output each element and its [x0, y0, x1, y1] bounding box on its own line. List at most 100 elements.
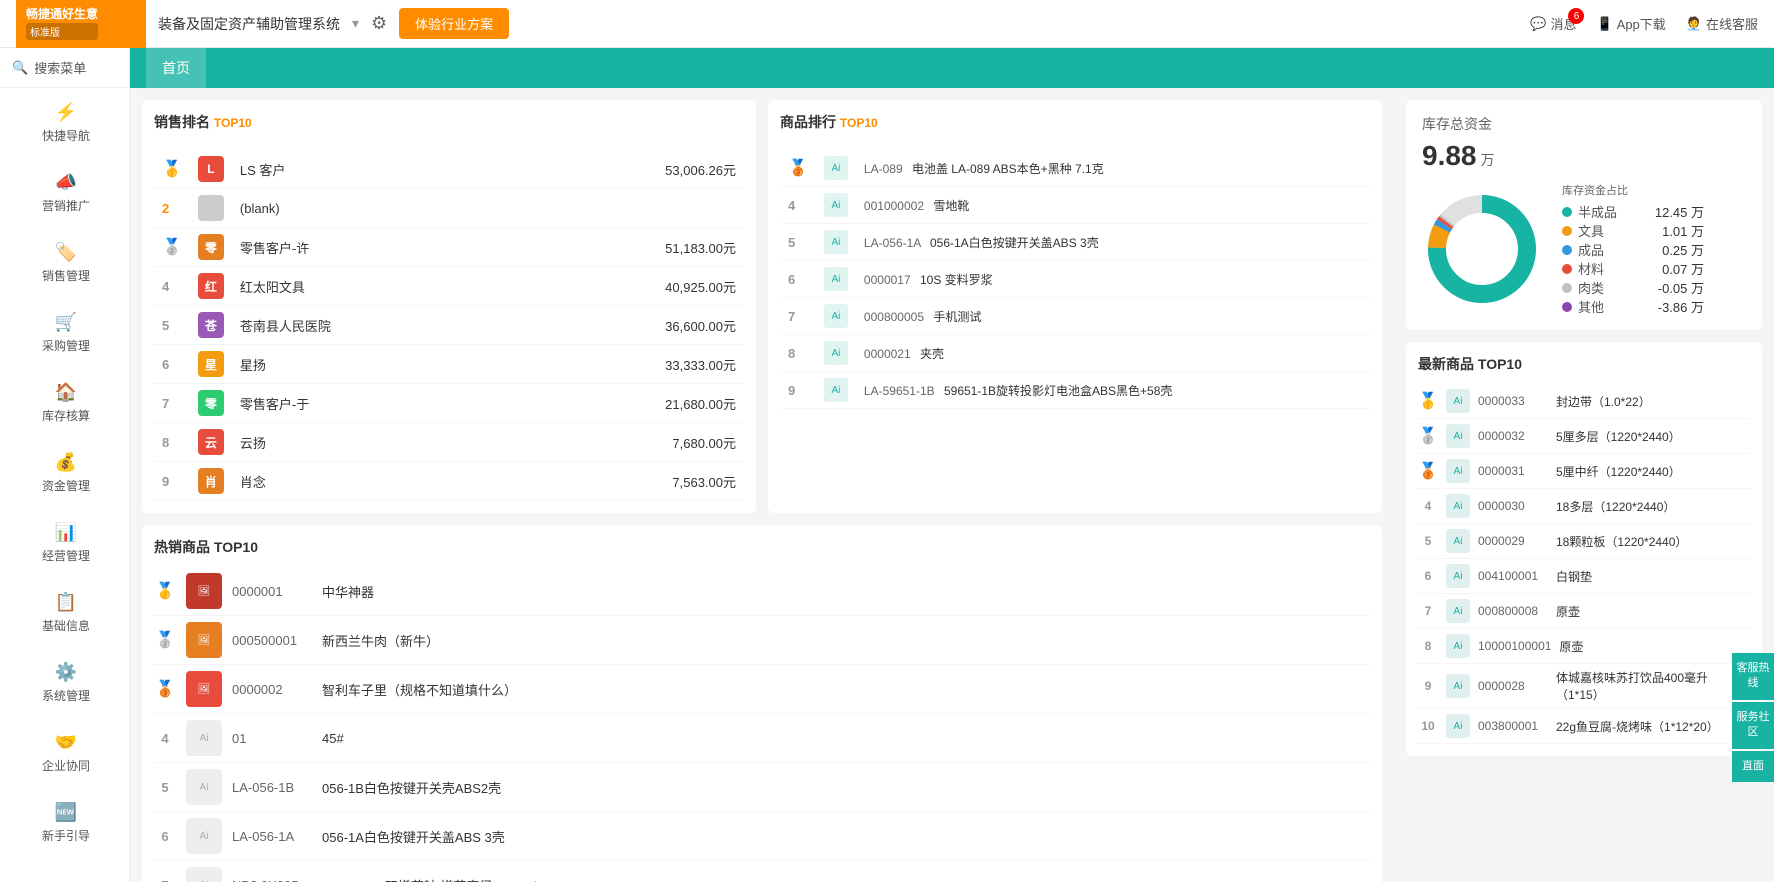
- rank-number: 7: [154, 384, 190, 423]
- hot-product-code: 0000001: [232, 584, 312, 599]
- hot-product-name: 45#: [322, 731, 1370, 746]
- new-product-code: 10000100001: [1478, 639, 1551, 653]
- new-product-code: 000800008: [1478, 604, 1548, 618]
- message-button[interactable]: 💬 消息 6: [1530, 14, 1576, 33]
- legend-dot: [1562, 207, 1572, 217]
- customer-ranking-panel: 销售排名 TOP10 🥇 L LS 客户 53,006.26元 2 (blank…: [142, 100, 756, 513]
- product-info: LA-089 电池盖 LA-089 ABS本色+黑种 7.1克: [856, 150, 1370, 187]
- nav-home[interactable]: 首页: [146, 48, 206, 88]
- new-product-name: 5厘中纤（1220*2440）: [1556, 463, 1750, 480]
- sidebar-item-quick-nav[interactable]: ⚡ 快捷导航: [0, 88, 129, 158]
- rank-number: 🥇: [154, 150, 190, 189]
- hot-product-img: Ai: [186, 818, 222, 854]
- sidebar-item-guide[interactable]: 🆕 新手引导: [0, 788, 129, 858]
- hot-product-item: 🥇 🖼 0000001 中华神器: [154, 567, 1370, 616]
- community-button[interactable]: 服务社区: [1732, 702, 1774, 749]
- console-button[interactable]: 直面: [1732, 751, 1774, 782]
- rank-amount: 53,006.26元: [515, 150, 744, 189]
- rank-avatar: 云: [198, 429, 224, 455]
- new-product-name: 白钢垫: [1556, 568, 1750, 585]
- product-info: 0000021 夹壳: [856, 335, 1370, 372]
- new-product-rank: 8: [1418, 639, 1438, 653]
- customer-rank-row: 🥇 L LS 客户 53,006.26元: [154, 150, 744, 189]
- rank-avatar-cell: 云: [190, 423, 232, 462]
- online-service-button[interactable]: 🧑‍💼 在线客服: [1686, 14, 1758, 33]
- hot-product-code: NB2.0X30B: [232, 878, 312, 882]
- legend-dot: [1562, 264, 1572, 274]
- rank-amount: 7,563.00元: [515, 462, 744, 501]
- service-hotline-button[interactable]: 客服热线: [1732, 653, 1774, 700]
- new-product-rank: 🥇: [1418, 391, 1438, 411]
- new-products-list: 🥇 Ai 0000033 封边带（1.0*22） 🥈 Ai 0000032 5厘…: [1418, 384, 1750, 744]
- product-info: LA-59651-1B 59651-1B旋转投影灯电池盒ABS黑色+58壳: [856, 372, 1370, 409]
- app-download-button[interactable]: 📱 App下载: [1596, 14, 1665, 33]
- new-product-rank: 9: [1418, 679, 1438, 693]
- rank-customer-name: (blank): [232, 189, 515, 228]
- app-icon: 📱: [1596, 16, 1612, 32]
- product-rank-number: 8: [780, 335, 816, 372]
- rank-amount: [515, 189, 744, 228]
- product-img-cell: Ai: [816, 261, 856, 298]
- operation-icon: 📊: [55, 522, 77, 543]
- legend-item: 其他 -3.86 万: [1562, 297, 1704, 316]
- sidebar-item-sales[interactable]: 🏷️ 销售管理: [0, 228, 129, 298]
- new-product-item: 10 Ai 003800001 22g鱼豆腐-烧烤味（1*12*20）: [1418, 709, 1750, 744]
- new-product-thumb: Ai: [1446, 389, 1470, 413]
- new-product-item: 🥉 Ai 0000031 5厘中纤（1220*2440）: [1418, 454, 1750, 489]
- new-product-thumb: Ai: [1446, 674, 1470, 698]
- new-product-rank: 10: [1418, 719, 1438, 733]
- hot-product-img: Ai: [186, 769, 222, 805]
- product-rank-number: 9: [780, 372, 816, 409]
- new-product-item: 8 Ai 10000100001 原壶: [1418, 629, 1750, 664]
- product-info: 0000017 10S 变料罗浆: [856, 261, 1370, 298]
- legend-value: -3.86 万: [1634, 297, 1704, 316]
- new-products-panel: 最新商品 TOP10 🥇 Ai 0000033 封边带（1.0*22） 🥈 Ai…: [1406, 342, 1762, 756]
- sidebar-item-enterprise[interactable]: 🤝 企业协同: [0, 718, 129, 788]
- main-content: 首页 销售排名 TOP10 🥇 L LS 客户 53,006.26元: [130, 48, 1774, 882]
- new-product-name: 原壶: [1559, 638, 1750, 655]
- rank-avatar-cell: 苍: [190, 306, 232, 345]
- hot-product-rank: 4: [154, 731, 176, 746]
- legend-label: 成品: [1578, 240, 1628, 259]
- hot-product-img: Ai: [186, 720, 222, 756]
- sidebar-item-basic[interactable]: 📋 基础信息: [0, 578, 129, 648]
- hot-product-item: 6 Ai LA-056-1A 056-1A白色按键开关盖ABS 3壳: [154, 812, 1370, 861]
- sidebar-item-purchase[interactable]: 🛒 采购管理: [0, 298, 129, 368]
- trial-button[interactable]: 体验行业方案: [399, 8, 509, 39]
- system-dropdown-icon[interactable]: ▾: [352, 15, 359, 32]
- legend-item: 文具 1.01 万: [1562, 221, 1704, 240]
- rank-customer-name: 苍南县人民医院: [232, 306, 515, 345]
- legend-dot: [1562, 283, 1572, 293]
- sidebar-item-inventory[interactable]: 🏠 库存核算: [0, 368, 129, 438]
- new-product-item: 9 Ai 0000028 体城嘉核味苏打饮品400毫升（1*15）: [1418, 664, 1750, 709]
- rank-avatar-cell: [190, 189, 232, 228]
- hot-product-item: 4 Ai 01 45#: [154, 714, 1370, 763]
- hot-product-item: 5 Ai LA-056-1B 056-1B白色按键开关壳ABS2壳: [154, 763, 1370, 812]
- main-nav: 首页: [130, 48, 1774, 88]
- rank-amount: 21,680.00元: [515, 384, 744, 423]
- search-menu-button[interactable]: 🔍 搜索菜单: [0, 48, 129, 88]
- product-rank-number: 6: [780, 261, 816, 298]
- product-img-cell: Ai: [816, 335, 856, 372]
- settings-icon[interactable]: ⚙: [371, 13, 387, 34]
- rank-avatar: 肖: [198, 468, 224, 494]
- hot-product-code: LA-056-1B: [232, 780, 312, 795]
- product-thumb: Ai: [824, 156, 848, 180]
- logo-badge: 标准版: [26, 23, 98, 40]
- product-rank-row: 5 Ai LA-056-1A 056-1A白色按键开关盖ABS 3壳: [780, 224, 1370, 261]
- product-ranking-title: 商品排行 TOP10: [780, 112, 878, 132]
- hot-product-item: 7 Ai NB2.0X30B 2.0X30MM双搓花轴.搓花直径2.1MM/RO…: [154, 861, 1370, 882]
- search-icon: 🔍: [12, 60, 28, 76]
- inventory-amount: 9.88: [1422, 140, 1477, 172]
- legend-dot: [1562, 226, 1572, 236]
- sidebar-item-marketing[interactable]: 📣 营销推广: [0, 158, 129, 228]
- rank-avatar-cell: 红: [190, 267, 232, 306]
- legend-label: 肉类: [1578, 278, 1628, 297]
- sidebar-item-finance[interactable]: 💰 资金管理: [0, 438, 129, 508]
- new-product-rank: 5: [1418, 534, 1438, 548]
- new-product-item: 4 Ai 0000030 18多层（1220*2440）: [1418, 489, 1750, 524]
- sidebar-item-system[interactable]: ⚙️ 系统管理: [0, 648, 129, 718]
- basic-icon: 📋: [55, 592, 77, 613]
- sidebar-item-operation[interactable]: 📊 经营管理: [0, 508, 129, 578]
- product-img-cell: Ai: [816, 150, 856, 187]
